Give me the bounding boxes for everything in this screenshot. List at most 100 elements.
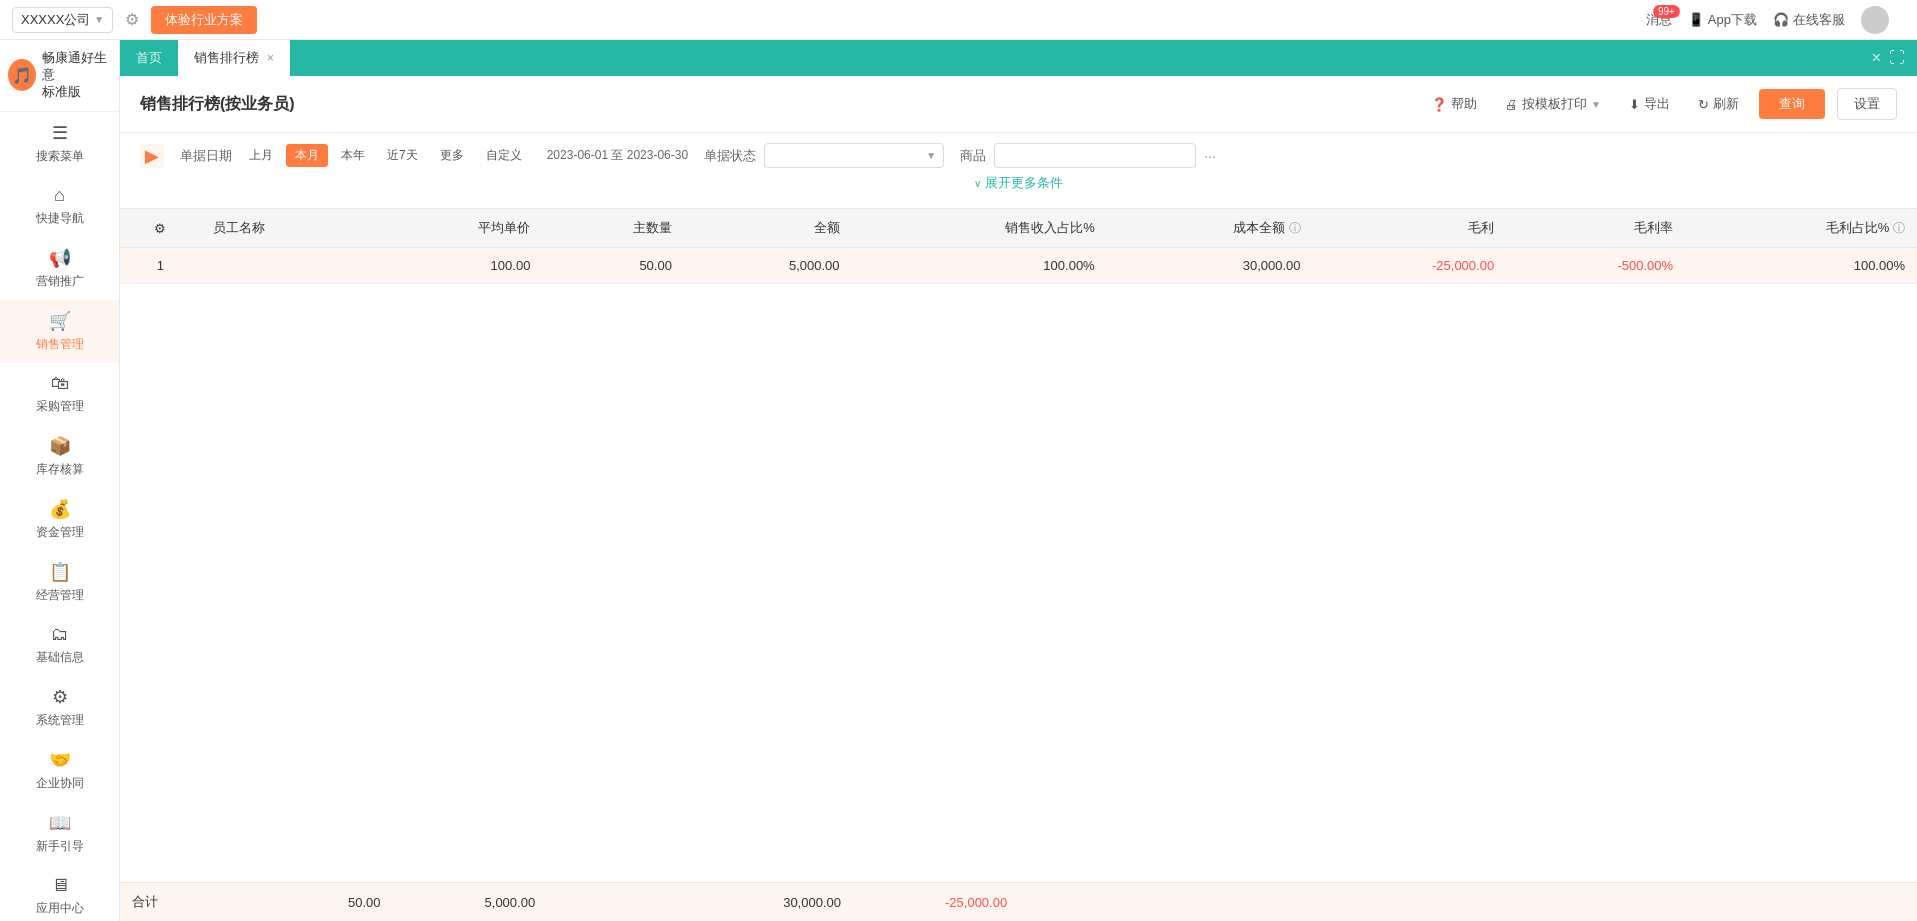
cell-gross: -25,000.00 — [1313, 248, 1507, 284]
sidebar-item-quicknav[interactable]: ⌂ 快捷导航 — [0, 175, 119, 237]
system-icon: ⚙ — [52, 686, 68, 708]
top-bar-left: XXXXX公司 ▼ ⚙ 体验行业方案 — [12, 6, 257, 34]
sidebar-item-purchase[interactable]: 🛍 采购管理 — [0, 363, 119, 425]
export-label: 导出 — [1644, 95, 1670, 113]
company-selector[interactable]: XXXXX公司 ▼ — [12, 7, 113, 33]
collapse-filter-icon[interactable]: ▶ — [140, 144, 164, 168]
online-service-label: 在线客服 — [1793, 11, 1845, 29]
trial-button[interactable]: 体验行业方案 — [151, 6, 257, 34]
cost-info-icon[interactable]: ⓘ — [1289, 221, 1301, 235]
sidebar-item-finance[interactable]: 💰 资金管理 — [0, 488, 119, 551]
cell-gross-pct: 100.00% — [1685, 248, 1917, 284]
sidebar-logo: 🎵 畅康通好生意 标准版 — [0, 40, 119, 112]
settings-button[interactable]: 设置 — [1837, 88, 1897, 120]
app-download-label: App下载 — [1708, 11, 1757, 29]
date-tab-current-month[interactable]: 本月 — [286, 144, 328, 167]
date-filter-label: 单据日期 — [180, 147, 232, 165]
col-settings[interactable]: ⚙ — [120, 209, 201, 248]
print-button[interactable]: 🖨 按模板打印 ▼ — [1497, 91, 1609, 117]
guide-icon: 📖 — [49, 812, 71, 834]
sidebar-item-marketing[interactable]: 📢 营销推广 — [0, 237, 119, 300]
cell-rank: 1 — [120, 248, 201, 284]
help-icon: ❓ — [1431, 97, 1447, 112]
sidebar-item-basic-info[interactable]: 🗂 基础信息 — [0, 614, 119, 676]
goods-input[interactable] — [994, 143, 1196, 168]
sidebar-item-label: 经营管理 — [36, 587, 84, 604]
footer-gross: -25,000.00 — [933, 895, 1019, 910]
date-filter: 单据日期 上月 本月 本年 近7天 更多 自定义 2023-06-01 至 20… — [180, 144, 688, 167]
page-header: 销售排行榜(按业务员) ❓ 帮助 🖨 按模板打印 ▼ ⬇ 导出 — [120, 76, 1917, 133]
data-table: ⚙ 员工名称 平均单价 主数量 全额 销售收入占比% 成本全额 ⓘ 毛利 — [120, 209, 1917, 284]
refresh-button[interactable]: ↻ 刷新 — [1690, 91, 1747, 117]
expand-more-button[interactable]: ∨ 展开更多条件 — [140, 168, 1897, 198]
avatar[interactable] — [1861, 6, 1889, 34]
sidebar-item-label: 库存核算 — [36, 461, 84, 478]
logo-icon: 🎵 — [8, 59, 36, 91]
col-settings-icon[interactable]: ⚙ — [154, 221, 166, 236]
goods-filter-label: 商品 — [960, 147, 986, 165]
expand-label: 展开更多条件 — [985, 174, 1063, 192]
col-gross: 毛利 — [1313, 209, 1507, 248]
print-icon: 🖨 — [1505, 97, 1518, 112]
date-tab-more[interactable]: 更多 — [431, 144, 473, 167]
operations-icon: 📋 — [49, 561, 71, 583]
footer-amount: 5,000.00 — [473, 895, 548, 910]
sidebar-item-label: 资金管理 — [36, 524, 84, 541]
date-tabs: 上月 本月 本年 近7天 更多 自定义 — [240, 144, 531, 167]
page-title: 销售排行榜(按业务员) — [140, 94, 295, 115]
query-button[interactable]: 查询 — [1759, 89, 1825, 119]
sidebar-item-label: 营销推广 — [36, 273, 84, 290]
status-select-wrapper: ▼ — [764, 143, 944, 168]
gross-pct-info-icon[interactable]: ⓘ — [1893, 221, 1905, 235]
col-cost: 成本全额 ⓘ — [1107, 209, 1313, 248]
help-button[interactable]: ❓ 帮助 — [1423, 91, 1485, 117]
date-tab-7days[interactable]: 近7天 — [378, 144, 427, 167]
maximize-icon[interactable]: ⛶ — [1889, 49, 1905, 67]
app-download-button[interactable]: 📱 App下载 — [1688, 11, 1757, 29]
footer-qty: 50.00 — [336, 895, 393, 910]
filter-row: ▶ 单据日期 上月 本月 本年 近7天 更多 自定义 2023-06-01 至 … — [140, 143, 1897, 168]
logo-line1: 畅康通好生意 — [42, 50, 111, 84]
sidebar-item-guide[interactable]: 📖 新手引导 — [0, 802, 119, 865]
tab-close-icon[interactable]: × — [267, 51, 274, 65]
finance-icon: 💰 — [49, 498, 71, 520]
search-menu-icon: ☰ — [52, 122, 68, 144]
refresh-label: 刷新 — [1713, 95, 1739, 113]
cell-amount: 5,000.00 — [684, 248, 852, 284]
sidebar-item-operations[interactable]: 📋 经营管理 — [0, 551, 119, 614]
table-footer: 合计 50.00 5,000.00 30,000.00 -25,000.00 — [120, 882, 1917, 921]
close-window-icon[interactable]: × — [1872, 49, 1881, 67]
sidebar-item-inventory[interactable]: 📦 库存核算 — [0, 425, 119, 488]
date-tab-prev-month[interactable]: 上月 — [240, 144, 282, 167]
enterprise-icon: 🤝 — [49, 749, 71, 771]
col-sales-pct: 销售收入占比% — [852, 209, 1107, 248]
filter-bar: ▶ 单据日期 上月 本月 本年 近7天 更多 自定义 2023-06-01 至 … — [120, 133, 1917, 209]
status-select[interactable] — [764, 143, 944, 168]
col-qty: 主数量 — [542, 209, 684, 248]
page-actions: ❓ 帮助 🖨 按模板打印 ▼ ⬇ 导出 ↻ 刷新 — [1423, 88, 1897, 120]
message-icon[interactable]: 消息 99+ — [1646, 11, 1672, 29]
sidebar-item-search[interactable]: ☰ 搜索菜单 — [0, 112, 119, 175]
page-content: 销售排行榜(按业务员) ❓ 帮助 🖨 按模板打印 ▼ ⬇ 导出 — [120, 76, 1917, 921]
tab-home[interactable]: 首页 — [120, 40, 178, 76]
more-options-icon[interactable]: ··· — [1204, 148, 1216, 164]
tab-sales-ranking[interactable]: 销售排行榜 × — [178, 40, 290, 76]
gear-icon[interactable]: ⚙ — [121, 6, 143, 33]
sidebar-item-sales[interactable]: 🛒 销售管理 — [0, 300, 119, 363]
sidebar-item-app-center[interactable]: 🖥 应用中心 — [0, 865, 119, 921]
col-avg-price: 平均单价 — [372, 209, 543, 248]
online-service-button[interactable]: 🎧 在线客服 — [1773, 11, 1845, 29]
print-chevron-icon: ▼ — [1591, 99, 1601, 110]
refresh-icon: ↻ — [1698, 97, 1709, 112]
sidebar-item-system[interactable]: ⚙ 系统管理 — [0, 676, 119, 739]
status-filter: 单据状态 ▼ — [704, 143, 944, 168]
sidebar-item-label: 系统管理 — [36, 712, 84, 729]
sidebar-item-enterprise[interactable]: 🤝 企业协同 — [0, 739, 119, 802]
logo-text: 畅康通好生意 标准版 — [42, 50, 111, 101]
date-tab-current-year[interactable]: 本年 — [332, 144, 374, 167]
date-tab-custom[interactable]: 自定义 — [477, 144, 531, 167]
export-button[interactable]: ⬇ 导出 — [1621, 91, 1678, 117]
company-name: XXXXX公司 — [21, 11, 90, 29]
message-badge: 99+ — [1653, 5, 1680, 18]
sidebar-item-label: 销售管理 — [36, 336, 84, 353]
